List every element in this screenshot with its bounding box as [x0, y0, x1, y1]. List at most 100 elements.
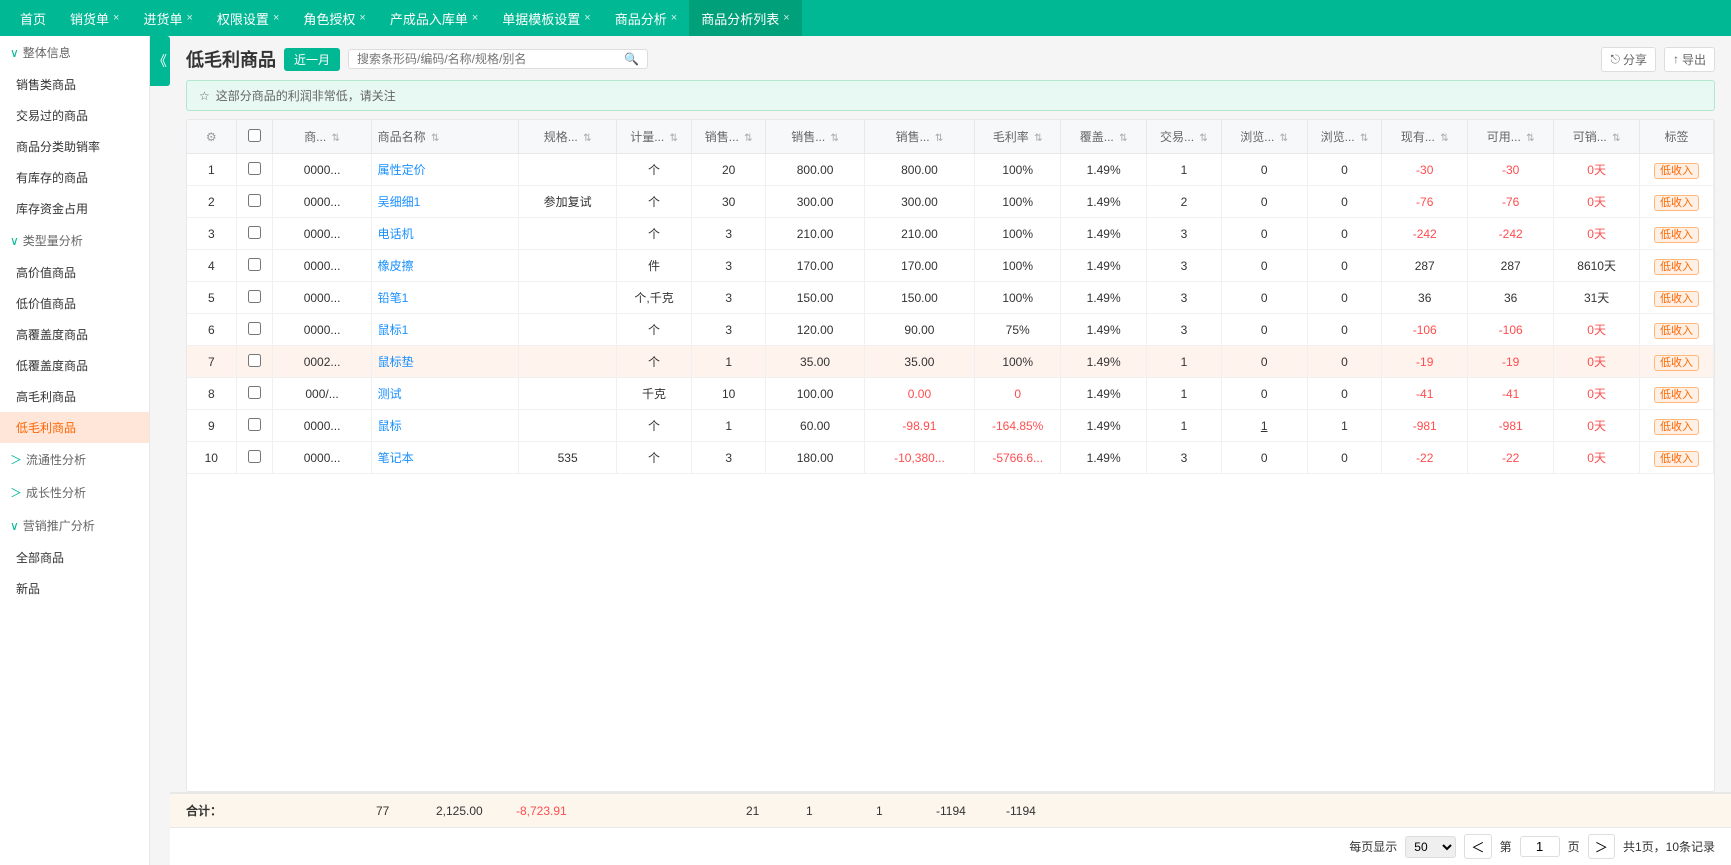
- sidebar-group-circulation[interactable]: ＞ 流通性分析: [0, 443, 149, 476]
- cell-name[interactable]: 鼠标1: [371, 314, 518, 346]
- cell-name[interactable]: 橡皮擦: [371, 250, 518, 282]
- sidebar-item-high-margin[interactable]: 高毛利商品: [0, 381, 149, 412]
- close-icon[interactable]: ×: [472, 12, 478, 24]
- nav-item-sales[interactable]: 销货单 ×: [58, 0, 131, 36]
- th-sales-price[interactable]: 销售... ⇅: [766, 120, 864, 154]
- th-unit[interactable]: 计量... ⇅: [617, 120, 692, 154]
- cell-name[interactable]: 鼠标垫: [371, 346, 518, 378]
- row-checkbox[interactable]: [248, 386, 261, 399]
- th-avail[interactable]: 可用... ⇅: [1468, 120, 1554, 154]
- sidebar-item-low-value[interactable]: 低价值商品: [0, 288, 149, 319]
- th-code[interactable]: 商... ⇅: [273, 120, 371, 154]
- cell-check[interactable]: [236, 314, 273, 346]
- page-number-input[interactable]: [1520, 836, 1560, 857]
- sidebar-item-low-margin[interactable]: 低毛利商品: [0, 412, 149, 443]
- th-name[interactable]: 商品名称 ⇅: [371, 120, 518, 154]
- cell-check[interactable]: [236, 442, 273, 474]
- sidebar-item-sales-goods[interactable]: 销售类商品: [0, 69, 149, 100]
- per-page-select[interactable]: 50 100 200: [1405, 836, 1456, 858]
- close-icon[interactable]: ×: [273, 12, 279, 24]
- export-button[interactable]: ↑ 导出: [1664, 47, 1715, 72]
- cell-name[interactable]: 铅笔1: [371, 282, 518, 314]
- th-sales-profit[interactable]: 销售... ⇅: [864, 120, 975, 154]
- th-sales-qty[interactable]: 销售... ⇅: [691, 120, 766, 154]
- row-checkbox[interactable]: [248, 322, 261, 335]
- th-trade[interactable]: 交易... ⇅: [1147, 120, 1222, 154]
- cell-name[interactable]: 电话机: [371, 218, 518, 250]
- th-coverage[interactable]: 覆盖... ⇅: [1061, 120, 1147, 154]
- cell-view1: 0: [1221, 314, 1307, 346]
- cell-name[interactable]: 属性定价: [371, 154, 518, 186]
- close-icon[interactable]: ×: [783, 12, 789, 24]
- th-current[interactable]: 现有... ⇅: [1382, 120, 1468, 154]
- search-input[interactable]: [357, 52, 624, 66]
- sidebar-item-traded-goods[interactable]: 交易过的商品: [0, 100, 149, 131]
- nav-item-home[interactable]: 首页: [8, 0, 58, 36]
- settings-icon[interactable]: ⚙: [206, 130, 217, 144]
- sidebar-group-type-analysis[interactable]: ∨ 类型量分析: [0, 224, 149, 257]
- sidebar-item-new-goods[interactable]: 新品: [0, 573, 149, 604]
- cell-check[interactable]: [236, 282, 273, 314]
- sidebar-group-overall[interactable]: ∨ 整体信息: [0, 36, 149, 69]
- cell-spec: [519, 250, 617, 282]
- row-checkbox[interactable]: [248, 162, 261, 175]
- cell-name[interactable]: 测试: [371, 378, 518, 410]
- sidebar-item-in-stock[interactable]: 有库存的商品: [0, 162, 149, 193]
- row-checkbox[interactable]: [248, 226, 261, 239]
- cell-coverage: 1.49%: [1061, 282, 1147, 314]
- cell-name[interactable]: 鼠标: [371, 410, 518, 442]
- nav-item-analysis[interactable]: 商品分析 ×: [603, 0, 689, 36]
- nav-item-roles[interactable]: 角色授权 ×: [291, 0, 377, 36]
- close-icon[interactable]: ×: [359, 12, 365, 24]
- cell-check[interactable]: [236, 186, 273, 218]
- cell-check[interactable]: [236, 250, 273, 282]
- th-margin[interactable]: 毛利率 ⇅: [975, 120, 1061, 154]
- nav-item-products[interactable]: 产成品入库单 ×: [378, 0, 490, 36]
- close-icon[interactable]: ×: [113, 12, 119, 24]
- select-all-checkbox[interactable]: [248, 129, 261, 142]
- row-checkbox[interactable]: [248, 194, 261, 207]
- nav-item-purchase[interactable]: 进货单 ×: [131, 0, 204, 36]
- cell-check[interactable]: [236, 218, 273, 250]
- th-tag[interactable]: 标签: [1640, 120, 1714, 154]
- sidebar-item-high-coverage[interactable]: 高覆盖度商品: [0, 319, 149, 350]
- sidebar-item-high-value[interactable]: 高价值商品: [0, 257, 149, 288]
- prev-page-button[interactable]: ＜: [1464, 834, 1491, 859]
- nav-item-permissions[interactable]: 权限设置 ×: [205, 0, 291, 36]
- cell-view1[interactable]: 1: [1221, 410, 1307, 442]
- row-checkbox[interactable]: [248, 418, 261, 431]
- close-icon[interactable]: ×: [671, 12, 677, 24]
- sidebar-item-low-coverage[interactable]: 低覆盖度商品: [0, 350, 149, 381]
- cell-name[interactable]: 吴细细1: [371, 186, 518, 218]
- sidebar-item-category-rate[interactable]: 商品分类助销率: [0, 131, 149, 162]
- cell-check[interactable]: [236, 410, 273, 442]
- share-button[interactable]: ⎋ 分享: [1601, 47, 1656, 72]
- th-view1[interactable]: 浏览... ⇅: [1221, 120, 1307, 154]
- search-icon[interactable]: 🔍: [624, 52, 639, 66]
- cell-check[interactable]: [236, 378, 273, 410]
- row-checkbox[interactable]: [248, 354, 261, 367]
- table-row: 6 0000... 鼠标1 个 3 120.00 90.00 75% 1.49%…: [187, 314, 1714, 346]
- date-filter-button[interactable]: 近一月: [284, 48, 340, 71]
- cell-name[interactable]: 笔记本: [371, 442, 518, 474]
- next-page-button[interactable]: ＞: [1588, 834, 1615, 859]
- sidebar-collapse-button[interactable]: 《: [150, 36, 170, 86]
- close-icon[interactable]: ×: [186, 12, 192, 24]
- row-checkbox[interactable]: [248, 290, 261, 303]
- row-checkbox[interactable]: [248, 450, 261, 463]
- sidebar-group-marketing[interactable]: ∨ 营销推广分析: [0, 509, 149, 542]
- cell-sales-price: 35.00: [766, 346, 864, 378]
- th-saleable[interactable]: 可销... ⇅: [1554, 120, 1640, 154]
- th-view2[interactable]: 浏览... ⇅: [1307, 120, 1382, 154]
- sidebar-group-growth[interactable]: ＞ 成长性分析: [0, 476, 149, 509]
- nav-item-templates[interactable]: 单据模板设置 ×: [490, 0, 602, 36]
- cell-avail: -106: [1468, 314, 1554, 346]
- cell-check[interactable]: [236, 346, 273, 378]
- nav-item-analysis-list[interactable]: 商品分析列表 ×: [689, 0, 801, 36]
- sidebar-item-all-goods[interactable]: 全部商品: [0, 542, 149, 573]
- close-icon[interactable]: ×: [584, 12, 590, 24]
- th-spec[interactable]: 规格... ⇅: [519, 120, 617, 154]
- sidebar-item-stock-capital[interactable]: 库存资金占用: [0, 193, 149, 224]
- row-checkbox[interactable]: [248, 258, 261, 271]
- cell-check[interactable]: [236, 154, 273, 186]
